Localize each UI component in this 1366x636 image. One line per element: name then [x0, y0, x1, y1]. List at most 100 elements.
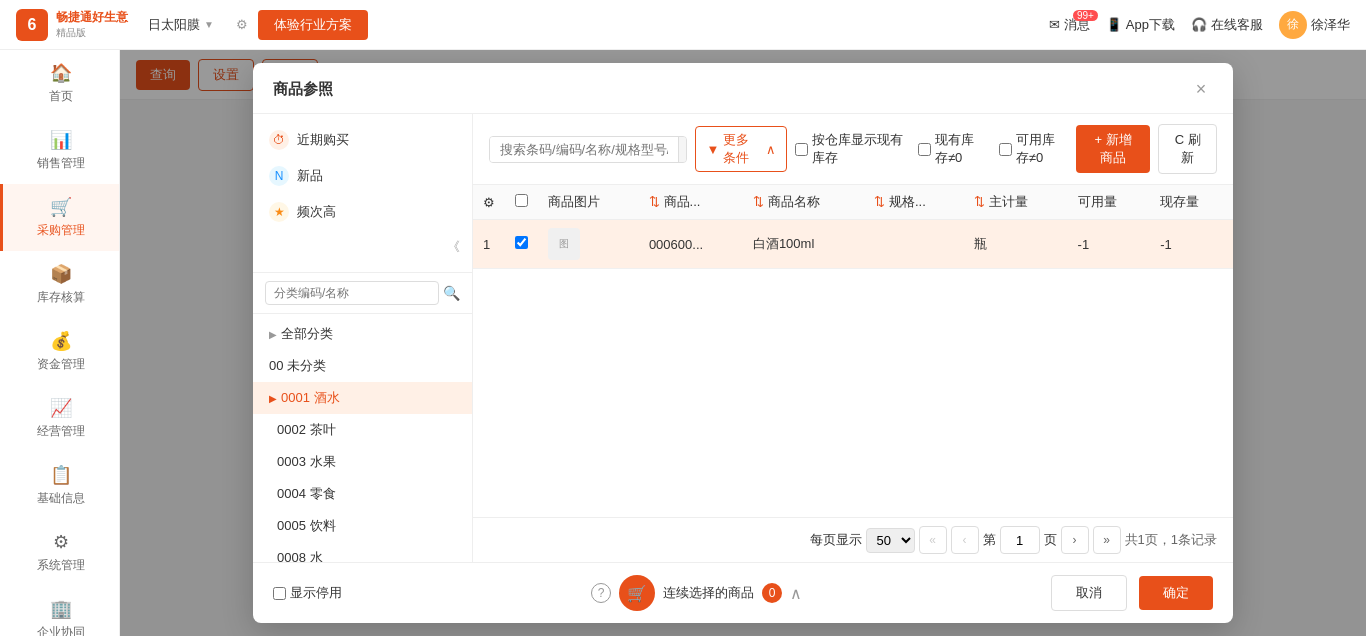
category-item-c00[interactable]: 00 未分类	[253, 350, 472, 382]
category-tree: ▶ 全部分类 00 未分类 ▶ 0001 酒水 0002 茶	[253, 314, 472, 562]
checkbox-warehouse[interactable]: 按仓库显示现有库存	[795, 131, 906, 167]
sidebar-item-sales[interactable]: 📊 销售管理	[0, 117, 119, 184]
page-size-label: 每页显示	[810, 531, 862, 549]
category-item-c0001[interactable]: ▶ 0001 酒水	[253, 382, 472, 414]
category-label-c0004: 0004 零食	[277, 485, 336, 503]
main-layout: 🏠 首页 📊 销售管理 🛒 采购管理 📦 库存核算 💰 资金管理 📈 经营管理 …	[0, 50, 1366, 636]
col-spec[interactable]: ⇅ 规格...	[864, 185, 964, 220]
message-button[interactable]: ✉ 消息 99+	[1049, 16, 1090, 34]
category-item-c0003[interactable]: 0003 水果	[253, 446, 472, 478]
checkbox-stock-input[interactable]	[918, 143, 931, 156]
category-item-all[interactable]: ▶ 全部分类	[253, 318, 472, 350]
modal-close-button[interactable]: ×	[1189, 77, 1213, 101]
cart-icon-button[interactable]: 🛒	[619, 575, 655, 611]
sidebar-item-purchase[interactable]: 🛒 采购管理	[0, 184, 119, 251]
sort-icon-name: ⇅	[753, 194, 764, 209]
prev-page-button[interactable]: ‹	[951, 526, 979, 554]
display-disabled-checkbox[interactable]: 显示停用	[273, 584, 342, 602]
headset-icon: 🎧	[1191, 17, 1207, 32]
display-disabled-input[interactable]	[273, 587, 286, 600]
table-body: 1 图 000600... 白酒100ml 瓶	[473, 220, 1233, 269]
product-reference-modal: 商品参照 × ⏱ 近期购买 N	[253, 63, 1233, 623]
app-icon: 📱	[1106, 17, 1122, 32]
collapse-button[interactable]: 《	[253, 230, 472, 264]
store-selector[interactable]: 日太阳膜 ▼	[136, 16, 226, 34]
c0001-arrow-icon: ▶	[269, 393, 277, 404]
trial-button[interactable]: 体验行业方案	[258, 10, 368, 40]
next-page-button[interactable]: ›	[1061, 526, 1089, 554]
sort-icon-unit: ⇅	[974, 194, 985, 209]
filter-label: 更多条件	[723, 131, 762, 167]
refresh-product-button[interactable]: C 刷新	[1158, 124, 1217, 174]
checkbox-stock-not-zero[interactable]: 现有库存≠0	[918, 131, 987, 167]
help-icon[interactable]: ?	[591, 583, 611, 603]
sidebar-item-inventory[interactable]: 📦 库存核算	[0, 251, 119, 318]
category-item-c0008[interactable]: 0008 水	[253, 542, 472, 562]
cancel-button[interactable]: 取消	[1051, 575, 1127, 611]
nav-item-frequent[interactable]: ★ 频次高	[253, 194, 472, 230]
product-search-input[interactable]	[490, 137, 678, 162]
sidebar-item-asset[interactable]: 💰 资金管理	[0, 318, 119, 385]
sidebar-label-purchase: 采购管理	[37, 222, 85, 239]
online-service-button[interactable]: 🎧 在线客服	[1191, 16, 1263, 34]
page-size-select[interactable]: 50	[866, 528, 915, 553]
modal-toolbar: 🔍 ▼ 更多条件 ∧ 按仓库显示现有库存	[473, 114, 1233, 185]
col-code[interactable]: ⇅ 商品...	[639, 185, 743, 220]
topbar: 6 畅捷通好生意 精品版 日太阳膜 ▼ ⚙ 体验行业方案 ✉ 消息 99+ 📱 …	[0, 0, 1366, 50]
cell-image: 图	[538, 220, 639, 269]
col-stock: 现存量	[1150, 185, 1233, 220]
category-item-c0005[interactable]: 0005 饮料	[253, 510, 472, 542]
checkbox-warehouse-input[interactable]	[795, 143, 808, 156]
cell-code: 000600...	[639, 220, 743, 269]
message-icon: ✉	[1049, 17, 1060, 32]
nav-item-recent[interactable]: ⏱ 近期购买	[253, 122, 472, 158]
asset-icon: 💰	[50, 330, 72, 352]
category-search-icon[interactable]: 🔍	[443, 285, 460, 301]
sidebar-label-system: 系统管理	[37, 557, 85, 574]
nav-item-new[interactable]: N 新品	[253, 158, 472, 194]
home-icon: 🏠	[50, 62, 72, 84]
modal-title: 商品参照	[273, 80, 333, 99]
avatar: 徐	[1279, 11, 1307, 39]
sidebar-item-operation[interactable]: 📈 经营管理	[0, 385, 119, 452]
product-table: ⚙ 商品图片 ⇅ 商品... ⇅	[473, 185, 1233, 269]
filter-button[interactable]: ▼ 更多条件 ∧	[695, 126, 787, 172]
checkbox-available-input[interactable]	[999, 143, 1012, 156]
first-page-button[interactable]: «	[919, 526, 947, 554]
sidebar-item-home[interactable]: 🏠 首页	[0, 50, 119, 117]
category-item-c0002[interactable]: 0002 茶叶	[253, 414, 472, 446]
col-name[interactable]: ⇅ 商品名称	[743, 185, 864, 220]
col-unit[interactable]: ⇅ 主计量	[964, 185, 1067, 220]
modal-right-panel: 🔍 ▼ 更多条件 ∧ 按仓库显示现有库存	[473, 114, 1233, 562]
sidebar-item-enterprise[interactable]: 🏢 企业协同	[0, 586, 119, 636]
product-search-button[interactable]: 🔍	[678, 137, 687, 162]
user-profile[interactable]: 徐 徐泽华	[1279, 11, 1350, 39]
product-table-container: ⚙ 商品图片 ⇅ 商品... ⇅	[473, 185, 1233, 517]
collapse-footer-icon[interactable]: ∧	[790, 584, 802, 603]
row-checkbox[interactable]	[515, 236, 528, 249]
checkbox-available-not-zero[interactable]: 可用库存≠0	[999, 131, 1068, 167]
modal-pagination: 每页显示 50 « ‹ 第 页 › »	[473, 517, 1233, 562]
last-page-button[interactable]: »	[1093, 526, 1121, 554]
inventory-icon: 📦	[50, 263, 72, 285]
modal-left-panel: ⏱ 近期购买 N 新品 ★ 频次高	[253, 114, 473, 562]
sidebar-item-system[interactable]: ⚙ 系统管理	[0, 519, 119, 586]
confirm-button[interactable]: 确定	[1139, 576, 1213, 610]
sidebar-item-basic[interactable]: 📋 基础信息	[0, 452, 119, 519]
message-badge: 99+	[1073, 10, 1098, 21]
sidebar: 🏠 首页 📊 销售管理 🛒 采购管理 📦 库存核算 💰 资金管理 📈 经营管理 …	[0, 50, 120, 636]
select-all-checkbox[interactable]	[515, 194, 528, 207]
add-product-button[interactable]: + 新增商品	[1076, 125, 1151, 173]
page-number-input[interactable]	[1000, 526, 1040, 554]
page-label: 第	[983, 531, 996, 549]
cell-checkbox[interactable]	[505, 220, 538, 269]
table-row[interactable]: 1 图 000600... 白酒100ml 瓶	[473, 220, 1233, 269]
page-total-info: 共1页，1条记录	[1125, 531, 1217, 549]
app-download-button[interactable]: 📱 App下载	[1106, 16, 1175, 34]
gear-button[interactable]: ⚙	[226, 9, 258, 41]
logo-area: 6 畅捷通好生意 精品版	[16, 9, 136, 41]
col-settings[interactable]: ⚙	[473, 185, 505, 220]
category-search-input[interactable]	[265, 281, 439, 305]
category-item-c0004[interactable]: 0004 零食	[253, 478, 472, 510]
cell-spec	[864, 220, 964, 269]
